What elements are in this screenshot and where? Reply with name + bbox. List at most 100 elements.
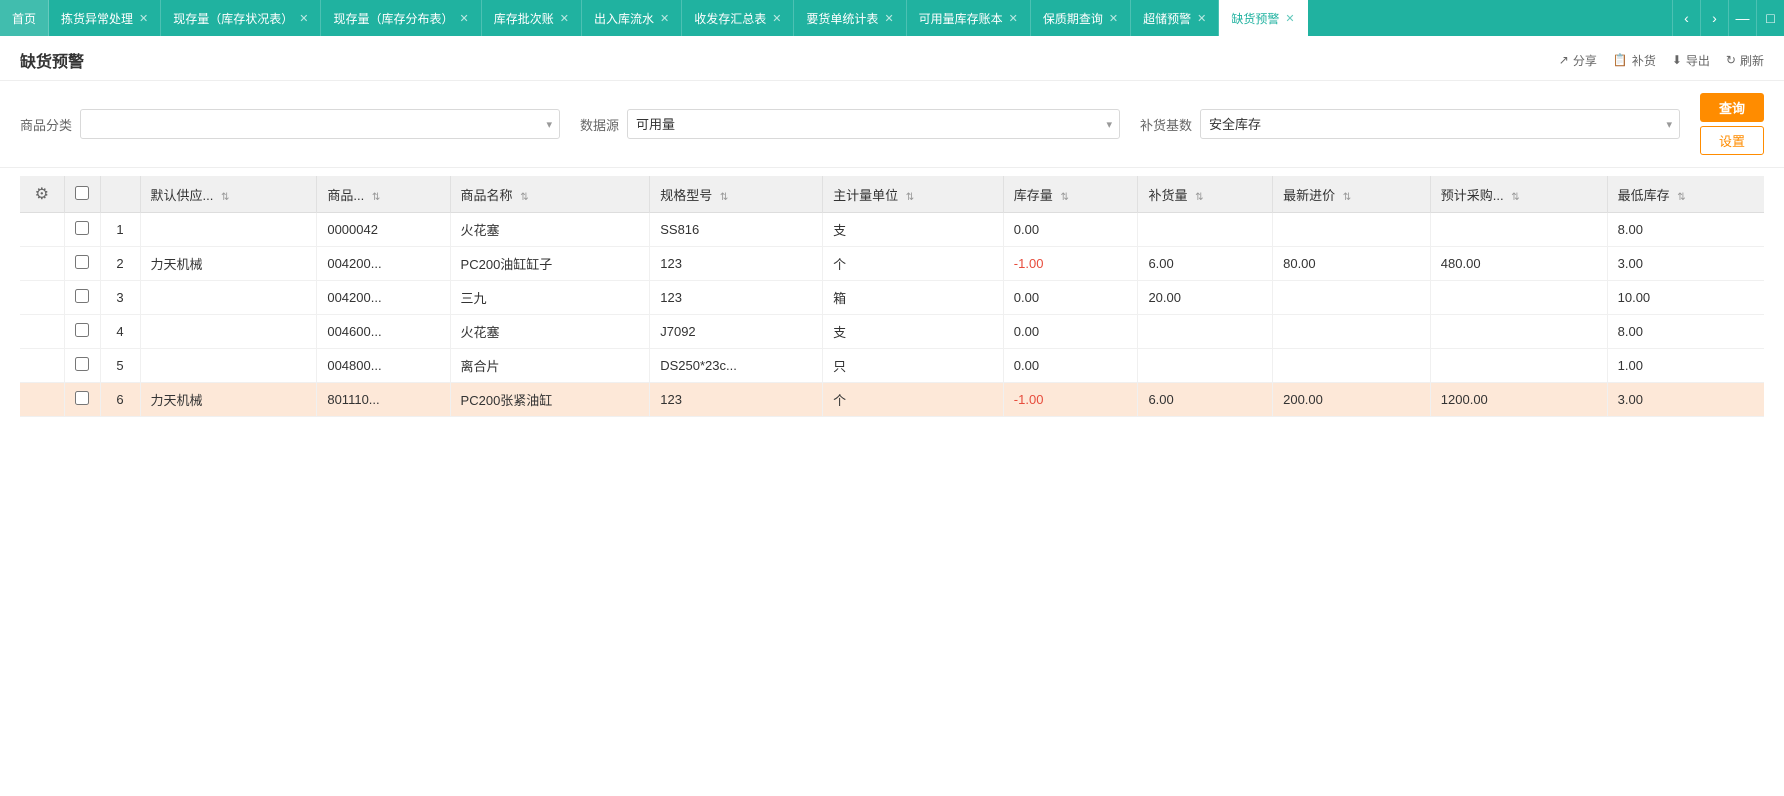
row-product-name-3: 火花塞	[450, 315, 650, 349]
col-est-purchase-label: 预计采购...	[1441, 188, 1504, 203]
row-min-stock-5: 3.00	[1607, 383, 1764, 417]
row-est-purchase-2	[1430, 281, 1607, 315]
col-latest-price: 最新进价 ⇅	[1273, 176, 1431, 213]
datasource-select-wrapper: 可用量 库存量 ▾	[627, 109, 1120, 139]
row-est-purchase-0	[1430, 213, 1607, 247]
row-checkbox-cell-0	[64, 213, 100, 247]
row-index-1: 2	[100, 247, 140, 281]
row-checkbox-3[interactable]	[75, 323, 89, 337]
row-checkbox-0[interactable]	[75, 221, 89, 235]
unit-sort-icon[interactable]: ⇅	[906, 192, 914, 203]
share-label: 分享	[1573, 52, 1597, 69]
tab-avail-ledger-close[interactable]: ✕	[1009, 12, 1018, 25]
tab-exception[interactable]: 拣货异常处理 ✕	[49, 0, 161, 36]
table-settings-icon[interactable]: ⚙	[35, 186, 49, 203]
row-product-code-4: 004800...	[317, 349, 450, 383]
tab-req-stat-close[interactable]: ✕	[884, 12, 893, 25]
tab-prev-btn[interactable]: ‹	[1672, 0, 1700, 36]
tab-expiry-query-close[interactable]: ✕	[1109, 12, 1118, 25]
table-row: 5 004800... 离合片 DS250*23c... 只 0.00 1.00	[20, 349, 1764, 383]
tab-home[interactable]: 首页	[0, 0, 49, 36]
product-name-sort-icon[interactable]: ⇅	[520, 192, 528, 203]
row-latest-price-5: 200.00	[1273, 383, 1431, 417]
col-stock-label: 库存量	[1014, 188, 1053, 203]
tab-bar: 首页 拣货异常处理 ✕ 现存量（库存状况表） ✕ 现存量（库存分布表） ✕ 库存…	[0, 0, 1784, 36]
page-title: 缺货预警	[20, 48, 84, 72]
tab-overstock-close[interactable]: ✕	[1197, 12, 1206, 25]
row-checkbox-2[interactable]	[75, 289, 89, 303]
tab-recv-summary[interactable]: 收发存汇总表 ✕	[682, 0, 794, 36]
refresh-button[interactable]: ↻ 刷新	[1726, 52, 1764, 69]
tab-stock-status[interactable]: 现存量（库存状况表） ✕	[161, 0, 321, 36]
tab-minimize-btn[interactable]: —	[1728, 0, 1756, 36]
maximize-icon: □	[1766, 10, 1774, 26]
row-est-purchase-3	[1430, 315, 1607, 349]
col-product-name: 商品名称 ⇅	[450, 176, 650, 213]
row-checkbox-5[interactable]	[75, 391, 89, 405]
col-spec: 规格型号 ⇅	[650, 176, 823, 213]
query-button[interactable]: 查询	[1700, 93, 1764, 122]
tab-batch-account[interactable]: 库存批次账 ✕	[482, 0, 582, 36]
tab-stock-dist[interactable]: 现存量（库存分布表） ✕	[321, 0, 481, 36]
row-latest-price-1: 80.00	[1273, 247, 1431, 281]
tab-stock-dist-close[interactable]: ✕	[460, 12, 469, 25]
row-product-name-2: 三九	[450, 281, 650, 315]
row-checkbox-4[interactable]	[75, 357, 89, 371]
row-product-code-0: 0000042	[317, 213, 450, 247]
row-est-purchase-1: 480.00	[1430, 247, 1607, 281]
row-spec-5: 123	[650, 383, 823, 417]
tab-inout-flow-label: 出入库流水	[594, 10, 654, 27]
col-min-stock-label: 最低库存	[1618, 188, 1670, 203]
row-stock-3: 0.00	[1003, 315, 1138, 349]
tab-shortage[interactable]: 缺货预警 ✕	[1219, 0, 1307, 36]
tab-req-stat[interactable]: 要货单统计表 ✕	[794, 0, 906, 36]
latest-price-sort-icon[interactable]: ⇅	[1343, 192, 1351, 203]
product-code-sort-icon[interactable]: ⇅	[372, 192, 380, 203]
row-product-code-1: 004200...	[317, 247, 450, 281]
row-restock-qty-0	[1138, 213, 1273, 247]
tab-next-btn[interactable]: ›	[1700, 0, 1728, 36]
restock-basis-select[interactable]: 安全库存 最低库存	[1200, 109, 1680, 139]
tab-recv-summary-close[interactable]: ✕	[772, 12, 781, 25]
tab-stock-status-close[interactable]: ✕	[299, 12, 308, 25]
select-all-checkbox[interactable]	[75, 186, 89, 200]
row-gear-4	[20, 349, 64, 383]
tab-overstock[interactable]: 超储预警 ✕	[1131, 0, 1219, 36]
refresh-label: 刷新	[1740, 52, 1764, 69]
header-actions: ↗ 分享 📋 补货 ⬇ 导出 ↻ 刷新	[1559, 52, 1764, 69]
stock-sort-icon[interactable]: ⇅	[1060, 192, 1068, 203]
row-spec-3: J7092	[650, 315, 823, 349]
export-button[interactable]: ⬇ 导出	[1672, 52, 1710, 69]
tab-expiry-query-label: 保质期查询	[1043, 10, 1103, 27]
est-purchase-sort-icon[interactable]: ⇅	[1511, 192, 1519, 203]
tab-exception-close[interactable]: ✕	[139, 12, 148, 25]
row-min-stock-1: 3.00	[1607, 247, 1764, 281]
min-stock-sort-icon[interactable]: ⇅	[1677, 192, 1685, 203]
tab-avail-ledger[interactable]: 可用量库存账本 ✕	[907, 0, 1031, 36]
row-est-purchase-4	[1430, 349, 1607, 383]
row-supplier-1: 力天机械	[140, 247, 317, 281]
row-checkbox-1[interactable]	[75, 255, 89, 269]
filter-bar: 商品分类 ▾ 数据源 可用量 库存量 ▾ 补货基数 安全库	[0, 81, 1784, 168]
datasource-select[interactable]: 可用量 库存量	[627, 109, 1120, 139]
row-index-0: 1	[100, 213, 140, 247]
row-min-stock-3: 8.00	[1607, 315, 1764, 349]
tab-batch-account-close[interactable]: ✕	[560, 12, 569, 25]
tab-inout-flow[interactable]: 出入库流水 ✕	[582, 0, 682, 36]
tab-expiry-query[interactable]: 保质期查询 ✕	[1031, 0, 1131, 36]
supplier-sort-icon[interactable]: ⇅	[221, 192, 229, 203]
spec-sort-icon[interactable]: ⇅	[720, 192, 728, 203]
col-product-code: 商品... ⇅	[317, 176, 450, 213]
share-button[interactable]: ↗ 分享	[1559, 52, 1597, 69]
tab-shortage-close[interactable]: ✕	[1285, 12, 1294, 25]
restock-qty-sort-icon[interactable]: ⇅	[1195, 192, 1203, 203]
tab-maximize-btn[interactable]: □	[1756, 0, 1784, 36]
settings-button[interactable]: 设置	[1700, 126, 1764, 155]
table-body: 1 0000042 火花塞 SS816 支 0.00 8.00 2 力天机械 0…	[20, 213, 1764, 417]
tab-inout-flow-close[interactable]: ✕	[660, 12, 669, 25]
restock-button[interactable]: 📋 补货	[1613, 52, 1656, 69]
col-unit: 主计量单位 ⇅	[823, 176, 1004, 213]
row-stock-4: 0.00	[1003, 349, 1138, 383]
tab-stock-status-label: 现存量（库存状况表）	[173, 10, 293, 27]
category-select[interactable]	[80, 109, 560, 139]
